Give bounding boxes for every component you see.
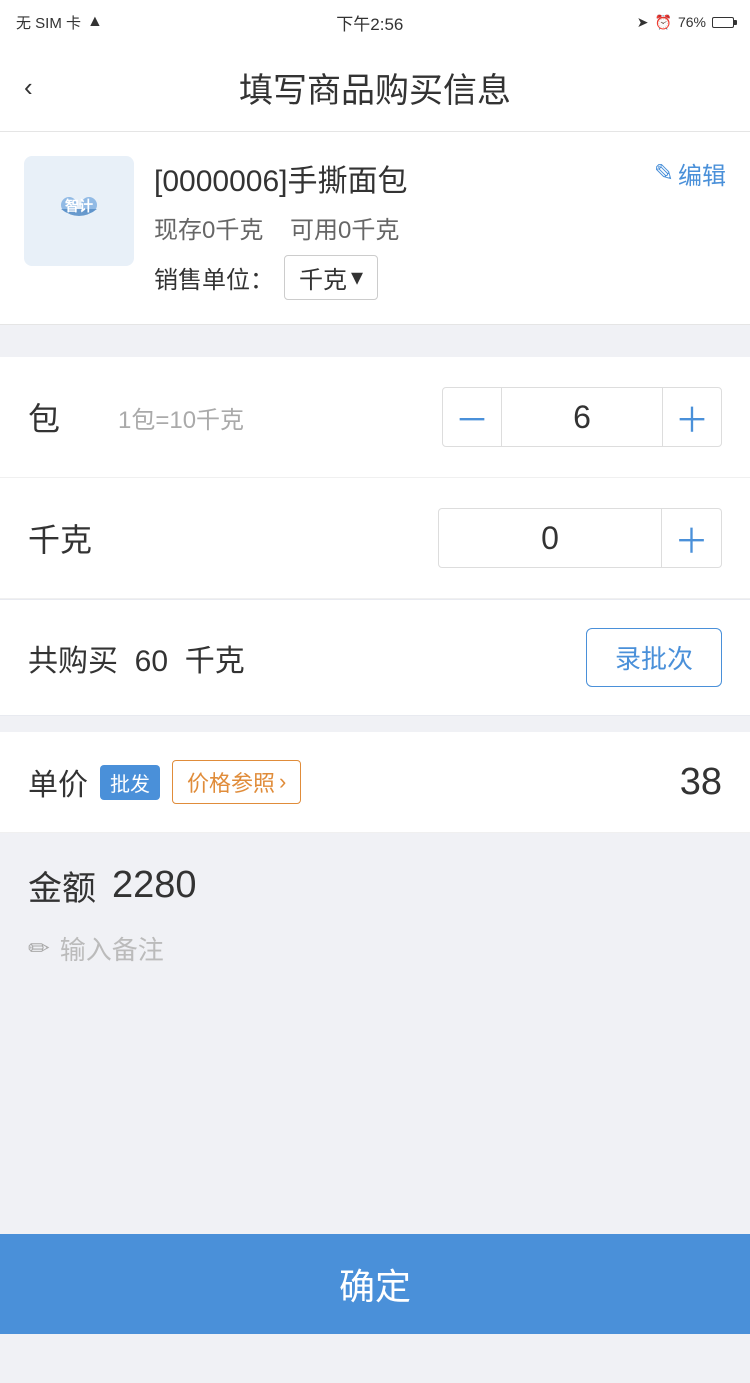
product-stock: 现存0千克 可用0千克 — [154, 210, 726, 245]
status-carrier: 无 SIM 卡 ▲ — [16, 12, 103, 33]
section-divider-1 — [0, 325, 750, 341]
product-logo-icon: 智计 — [49, 181, 109, 241]
remark-row[interactable]: ✏ 输入备注 — [28, 930, 722, 967]
product-card: 智计 [0000006]手撕面包 ✎ 编辑 现存0千克 可用0千克 销售单位： … — [0, 132, 750, 325]
available-label: 可用0千克 — [290, 217, 399, 244]
product-full-name: [0000006]手撕面包 — [154, 156, 407, 200]
location-icon: ➤ — [637, 14, 649, 31]
carrier-text: 无 SIM 卡 — [16, 12, 81, 33]
svg-text:智计: 智计 — [64, 198, 93, 214]
page-title: 填写商品购买信息 — [239, 63, 511, 112]
edit-label: 编辑 — [678, 156, 726, 191]
kg-quantity-row: 千克 ＋ — [0, 478, 750, 599]
unit-value: 千克 — [299, 260, 347, 295]
price-tag: 批发 — [100, 765, 160, 800]
package-label: 包 — [28, 394, 108, 440]
package-increment-button[interactable]: ＋ — [662, 387, 722, 447]
back-button[interactable]: ‹ — [24, 72, 33, 103]
product-image: 智计 — [24, 156, 134, 266]
dropdown-icon: ▾ — [351, 263, 363, 292]
unit-select[interactable]: 千克 ▾ — [284, 255, 378, 300]
amount-row: 金额 2280 — [28, 861, 722, 910]
battery-icon — [712, 17, 734, 28]
price-section: 单价 批发 价格参照 › 38 — [0, 732, 750, 833]
status-bar: 无 SIM 卡 ▲ 下午2:56 ➤ ⏰ 76% — [0, 0, 750, 44]
alarm-icon: ⏰ — [655, 14, 672, 31]
total-text: 共购买 60 千克 — [28, 636, 245, 680]
kg-quantity-input[interactable] — [438, 508, 662, 568]
total-row: 共购买 60 千克 录批次 — [0, 599, 750, 716]
package-hint: 1包=10千克 — [118, 400, 442, 435]
amount-section: 金额 2280 ✏ 输入备注 — [0, 833, 750, 983]
batch-button[interactable]: 录批次 — [586, 628, 722, 687]
remark-icon: ✏ — [28, 933, 50, 964]
total-label: 共购买 — [28, 645, 118, 678]
total-value: 60 — [135, 645, 168, 678]
amount-label: 金额 — [28, 861, 96, 910]
kg-increment-button[interactable]: ＋ — [662, 508, 722, 568]
status-time: 下午2:56 — [336, 10, 403, 35]
kg-quantity-controls: ＋ — [438, 508, 722, 568]
unit-label: 销售单位： — [154, 260, 274, 295]
price-label: 单价 — [28, 760, 88, 804]
price-row: 单价 批发 价格参照 › 38 — [28, 760, 722, 804]
amount-value: 2280 — [112, 864, 197, 907]
confirm-button[interactable]: 确定 — [0, 1234, 750, 1334]
price-ref-arrow-icon: › — [279, 769, 286, 795]
package-decrement-button[interactable]: － — [442, 387, 502, 447]
quantity-section: 包 1包=10千克 － ＋ 千克 ＋ — [0, 357, 750, 599]
kg-label: 千克 — [28, 515, 108, 561]
package-quantity-input[interactable] — [502, 387, 662, 447]
stock-label: 现存0千克 — [154, 217, 263, 244]
total-unit: 千克 — [185, 645, 245, 678]
product-unit-row: 销售单位： 千克 ▾ — [154, 255, 726, 300]
battery-percentage: 76% — [678, 14, 706, 30]
package-quantity-controls: － ＋ — [442, 387, 722, 447]
price-label-group: 单价 批发 价格参照 › — [28, 760, 301, 804]
remark-placeholder: 输入备注 — [60, 930, 164, 967]
nav-bar: ‹ 填写商品购买信息 — [0, 44, 750, 132]
price-ref-button[interactable]: 价格参照 › — [172, 760, 301, 804]
edit-icon: ✎ — [654, 159, 674, 188]
edit-button[interactable]: ✎ 编辑 — [654, 156, 726, 191]
price-ref-label: 价格参照 — [187, 766, 275, 798]
package-quantity-row: 包 1包=10千克 － ＋ — [0, 357, 750, 478]
status-right: ➤ ⏰ 76% — [637, 14, 734, 31]
price-value: 38 — [680, 761, 722, 804]
product-info: [0000006]手撕面包 ✎ 编辑 现存0千克 可用0千克 销售单位： 千克 … — [154, 156, 726, 300]
wifi-icon: ▲ — [87, 13, 103, 31]
section-divider-2 — [0, 716, 750, 732]
